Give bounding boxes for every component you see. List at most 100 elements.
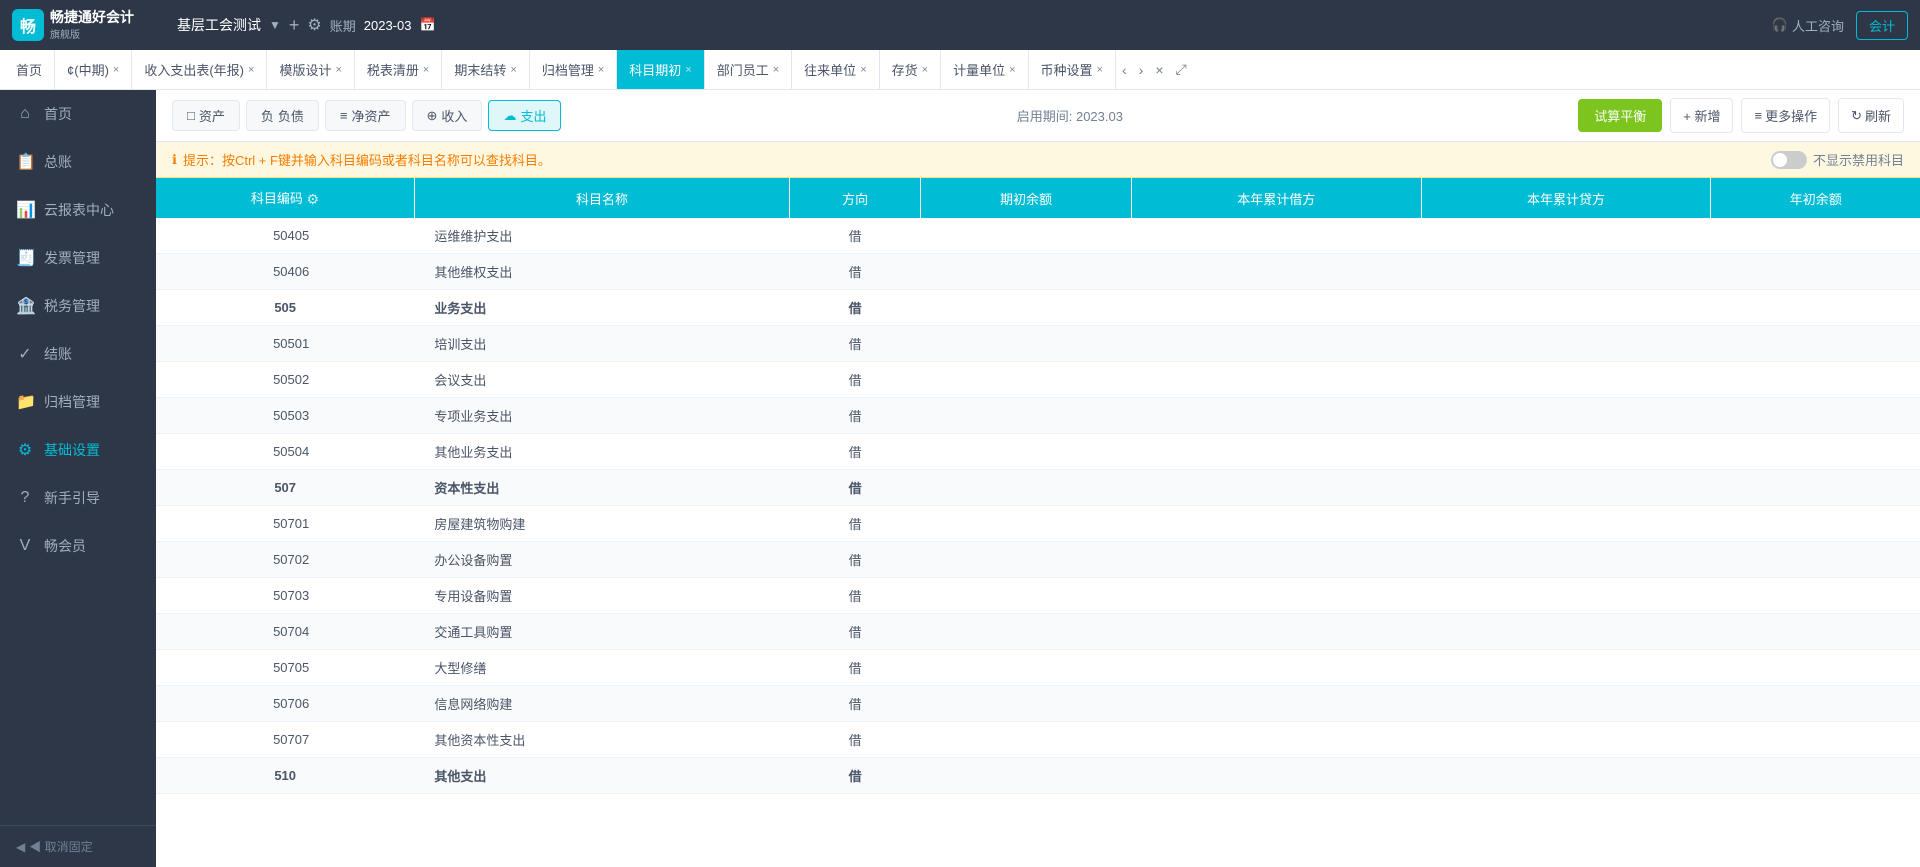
tab-currency[interactable]: 币种设置 ×: [1029, 50, 1116, 90]
close-icon[interactable]: ×: [1097, 64, 1103, 76]
sidebar-collapse-btn[interactable]: ◀ ◀ 取消固定: [0, 825, 156, 867]
table-row[interactable]: 50706 信息网络购建 借: [156, 686, 1920, 722]
subtab-equity[interactable]: ≡ 净资产: [325, 100, 406, 131]
tab-subject-init[interactable]: 科目期初 ×: [617, 50, 704, 90]
cell-dir: 借: [790, 614, 921, 650]
hint-toggle: 不显示禁用科目: [1771, 150, 1904, 169]
close-icon[interactable]: ×: [335, 64, 341, 76]
cell-dir: 借: [790, 578, 921, 614]
more-button[interactable]: ≡ 更多操作: [1741, 98, 1830, 133]
sidebar-item-report[interactable]: 📊 云报表中心: [0, 186, 156, 234]
subtab-assets-label: 资产: [199, 106, 225, 125]
table-row[interactable]: 507 资本性支出 借: [156, 470, 1920, 506]
sidebar-item-ledger[interactable]: 📋 总账: [0, 138, 156, 186]
tab-archive[interactable]: 归档管理 ×: [530, 50, 617, 90]
close-icon[interactable]: ×: [1009, 64, 1015, 76]
company-name: 基层工会测试: [177, 15, 261, 35]
tab-unit[interactable]: 计量单位 ×: [941, 50, 1028, 90]
subtab-assets[interactable]: □ 资产: [172, 100, 240, 131]
tab-prev-btn[interactable]: ‹: [1116, 62, 1133, 78]
info-icon: ℹ: [172, 152, 177, 168]
cell-init-balance: [921, 578, 1132, 614]
tab-inventory[interactable]: 存货 ×: [880, 50, 941, 90]
table-container: 科目编码 ⚙ 科目名称 方向 期初余额 本年累计借方 本年累计贷方 年初余额 5…: [156, 178, 1920, 867]
cell-ytd-debit: [1131, 254, 1421, 290]
sidebar-label-member: 畅会员: [44, 536, 86, 556]
sidebar-item-tax[interactable]: 🏦 税务管理: [0, 282, 156, 330]
tab-partner[interactable]: 往来单位 ×: [792, 50, 879, 90]
balance-button[interactable]: 试算平衡: [1578, 99, 1662, 132]
close-icon[interactable]: ×: [248, 64, 254, 76]
table-row[interactable]: 50504 其他业务支出 借: [156, 434, 1920, 470]
account-button[interactable]: 会计: [1856, 11, 1908, 40]
cell-dir: 借: [790, 254, 921, 290]
sidebar-item-member[interactable]: V 畅会员: [0, 522, 156, 570]
subtab-liabilities[interactable]: 负 负债: [246, 100, 319, 131]
table-row[interactable]: 50701 房屋建筑物购建 借: [156, 506, 1920, 542]
table-row[interactable]: 50406 其他维权支出 借: [156, 254, 1920, 290]
cell-year-begin: [1711, 542, 1920, 578]
table-row[interactable]: 50704 交通工具购置 借: [156, 614, 1920, 650]
calendar-icon[interactable]: 📅: [419, 17, 435, 33]
cell-code: 50405: [156, 218, 414, 254]
cell-year-begin: [1711, 290, 1920, 326]
tax-icon: 🏦: [16, 296, 34, 316]
table-row[interactable]: 50501 培训支出 借: [156, 326, 1920, 362]
sidebar-item-settings[interactable]: ⚙ 基础设置: [0, 426, 156, 474]
gear-icon[interactable]: ⚙: [306, 191, 319, 207]
table-row[interactable]: 50705 大型修缮 借: [156, 650, 1920, 686]
expense-icon: ☁: [503, 108, 516, 124]
close-icon[interactable]: ×: [598, 64, 604, 76]
cell-code: 50406: [156, 254, 414, 290]
sidebar-item-invoice[interactable]: 🧾 发票管理: [0, 234, 156, 282]
tab-period-end[interactable]: 期末结转 ×: [442, 50, 529, 90]
table-row[interactable]: 50707 其他资本性支出 借: [156, 722, 1920, 758]
close-icon[interactable]: ×: [685, 64, 691, 76]
tab-dept[interactable]: 部门员工 ×: [705, 50, 792, 90]
close-icon[interactable]: ×: [860, 64, 866, 76]
cell-init-balance: [921, 722, 1132, 758]
table-row[interactable]: 50702 办公设备购置 借: [156, 542, 1920, 578]
company-dropdown[interactable]: ▼: [269, 18, 281, 32]
table-row[interactable]: 50405 运维维护支出 借: [156, 218, 1920, 254]
add-company-btn[interactable]: +: [289, 15, 300, 36]
subtab-equity-label: 净资产: [352, 106, 391, 125]
tab-template[interactable]: 模版设计 ×: [267, 50, 354, 90]
add-button[interactable]: + 新增: [1670, 98, 1733, 133]
sidebar-item-checkout[interactable]: ✓ 结账: [0, 330, 156, 378]
cell-init-balance: [921, 758, 1132, 794]
close-icon[interactable]: ×: [423, 64, 429, 76]
close-icon[interactable]: ×: [113, 64, 119, 76]
close-icon[interactable]: ×: [510, 64, 516, 76]
close-icon[interactable]: ×: [922, 64, 928, 76]
tab-annual[interactable]: 收入支出表(年报) ×: [132, 50, 267, 90]
table-row[interactable]: 50503 专项业务支出 借: [156, 398, 1920, 434]
table-row[interactable]: 505 业务支出 借: [156, 290, 1920, 326]
table-row[interactable]: 510 其他支出 借: [156, 758, 1920, 794]
company-settings-btn[interactable]: ⚙: [307, 15, 321, 35]
tab-home[interactable]: 首页: [4, 50, 55, 90]
cell-year-begin: [1711, 218, 1920, 254]
tab-next-btn[interactable]: ›: [1133, 62, 1150, 78]
sidebar-item-guide[interactable]: ? 新手引导: [0, 474, 156, 522]
cell-dir: 借: [790, 434, 921, 470]
sidebar-label-guide: 新手引导: [44, 488, 100, 508]
cell-name: 大型修缮: [414, 650, 789, 686]
tab-taxform[interactable]: 税表清册 ×: [355, 50, 442, 90]
disable-toggle[interactable]: [1771, 151, 1807, 169]
tab-mid[interactable]: ¢(中期) ×: [55, 50, 132, 90]
subtab-income[interactable]: ⊕ 收入: [412, 100, 483, 131]
tab-expand-btn[interactable]: ⤢: [1170, 61, 1193, 78]
table-row[interactable]: 50703 专用设备购置 借: [156, 578, 1920, 614]
support-button[interactable]: 🎧 人工咨询: [1772, 16, 1844, 35]
close-icon[interactable]: ×: [773, 64, 779, 76]
sidebar-item-home[interactable]: ⌂ 首页: [0, 90, 156, 138]
logo-area: 畅 畅捷通好会计 旗舰版: [12, 9, 167, 41]
subtab-expense[interactable]: ☁ 支出: [488, 100, 561, 131]
tab-close-all-btn[interactable]: ×: [1149, 62, 1169, 78]
report-icon: 📊: [16, 200, 34, 220]
sidebar-item-archive[interactable]: 📁 归档管理: [0, 378, 156, 426]
cell-init-balance: [921, 398, 1132, 434]
table-row[interactable]: 50502 会议支出 借: [156, 362, 1920, 398]
refresh-button[interactable]: ↻ 刷新: [1838, 98, 1904, 133]
